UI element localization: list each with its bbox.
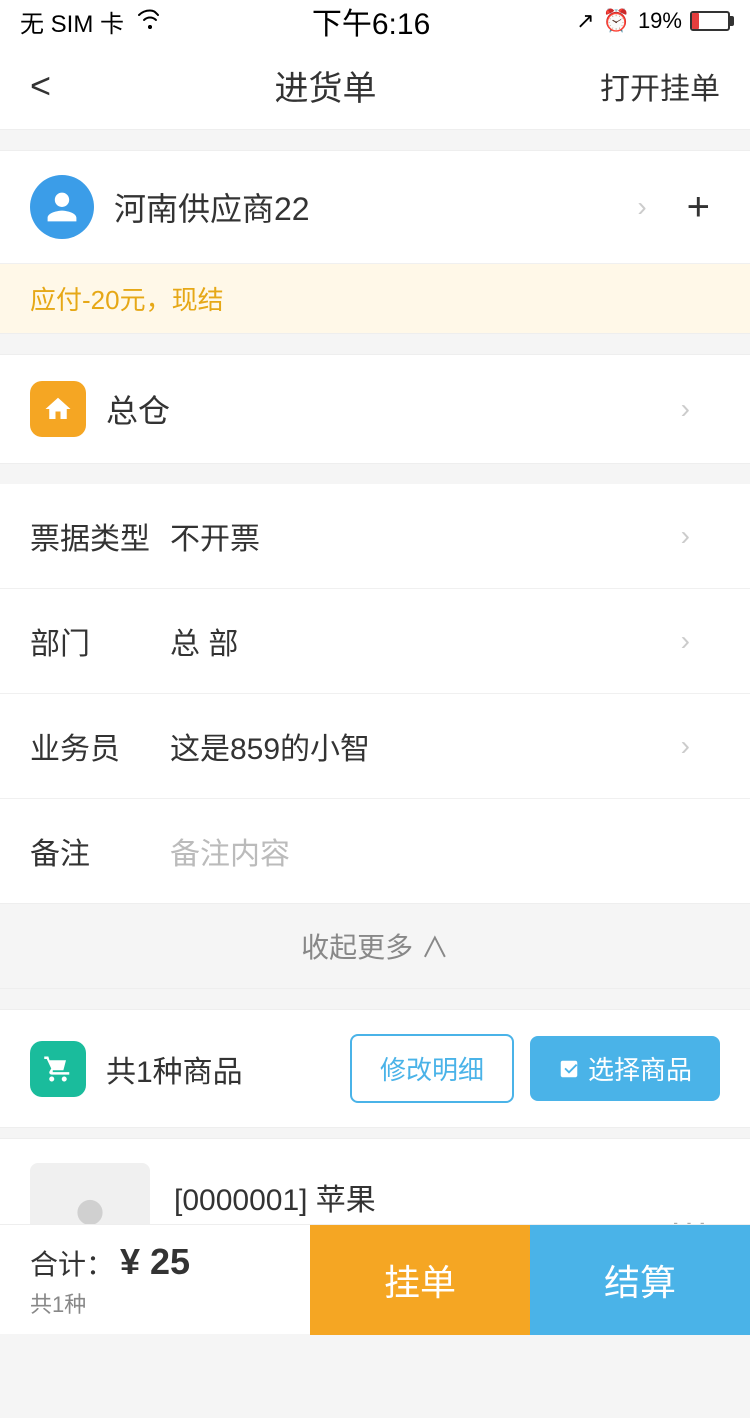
department-chevron-icon: › — [681, 625, 690, 657]
supplier-row[interactable]: 河南供应商22 › + — [0, 151, 750, 264]
status-bar: 无 SIM 卡 下午6:16 ↗ ⏰ 19% — [0, 0, 750, 42]
status-time: 下午6:16 — [312, 0, 430, 43]
header: < 进货单 打开挂单 — [0, 42, 750, 130]
remark-value[interactable]: 备注内容 — [160, 829, 720, 873]
products-count: 共1种商品 — [106, 1047, 350, 1091]
page-title: 进货单 — [275, 61, 377, 110]
salesperson-row[interactable]: 业务员 这是859的小智 › — [0, 694, 750, 799]
products-header: 共1种商品 修改明细 选择商品 — [0, 1009, 750, 1128]
warehouse-name: 总仓 — [106, 386, 681, 432]
open-pending-button[interactable]: 打开挂单 — [600, 64, 720, 108]
invoice-row[interactable]: 票据类型 不开票 › — [0, 484, 750, 589]
supplier-section: 河南供应商22 › + 应付-20元，现结 — [0, 150, 750, 334]
collapse-bar[interactable]: 收起更多 ∧ — [0, 903, 750, 989]
warehouse-icon — [43, 394, 73, 424]
remark-label: 备注 — [30, 829, 160, 873]
warehouse-icon-container — [30, 381, 86, 437]
location-icon: ↗ — [576, 8, 594, 34]
suspend-button[interactable]: 挂单 — [310, 1225, 530, 1335]
carrier-text: 无 SIM 卡 — [20, 4, 124, 39]
collapse-label: 收起更多 ∧ — [301, 932, 449, 963]
notice-text: 应付-20元，现结 — [30, 285, 224, 315]
warehouse-row[interactable]: 总仓 › — [0, 355, 750, 463]
department-label: 部门 — [30, 619, 160, 663]
add-button[interactable]: + — [677, 185, 720, 230]
checkout-label: 结算 — [604, 1254, 676, 1306]
bottom-bar: 合计： ¥ 25 共1种 挂单 结算 — [0, 1224, 750, 1334]
alarm-icon: ⏰ — [603, 8, 630, 34]
remark-row[interactable]: 备注 备注内容 — [0, 799, 750, 903]
battery-percentage: 19% — [638, 8, 682, 34]
warehouse-chevron-icon: › — [681, 393, 690, 425]
select-product-label: 选择商品 — [588, 1050, 692, 1087]
product-id: [0000001] — [174, 1184, 316, 1217]
select-product-icon — [558, 1058, 580, 1080]
supplier-name: 河南供应商22 — [114, 184, 637, 230]
department-value: 总 部 — [160, 619, 681, 663]
total-section: 合计： ¥ 25 共1种 — [0, 1241, 310, 1319]
salesperson-label: 业务员 — [30, 724, 160, 768]
user-icon — [44, 189, 80, 225]
product-name: [0000001] 苹果 — [174, 1175, 660, 1219]
back-button[interactable]: < — [30, 65, 51, 107]
wifi-icon — [134, 7, 166, 36]
department-row[interactable]: 部门 总 部 › — [0, 589, 750, 694]
form-section: 票据类型 不开票 › 部门 总 部 › 业务员 这是859的小智 › 备注 备注… — [0, 484, 750, 903]
checkout-button[interactable]: 结算 — [530, 1225, 750, 1335]
invoice-value: 不开票 — [160, 514, 681, 558]
status-right: ↗ ⏰ 19% — [576, 8, 730, 34]
select-product-button[interactable]: 选择商品 — [530, 1036, 720, 1101]
product-title: 苹果 — [316, 1184, 376, 1217]
cart-icon — [43, 1054, 73, 1084]
products-icon-container — [30, 1041, 86, 1097]
invoice-label: 票据类型 — [30, 514, 160, 558]
status-left: 无 SIM 卡 — [20, 4, 166, 39]
salesperson-chevron-icon: › — [681, 730, 690, 762]
supplier-avatar — [30, 175, 94, 239]
suspend-label: 挂单 — [384, 1254, 456, 1306]
warehouse-section: 总仓 › — [0, 354, 750, 464]
edit-details-button[interactable]: 修改明细 — [350, 1034, 514, 1103]
notice-bar: 应付-20元，现结 — [0, 264, 750, 333]
supplier-chevron-icon: › — [637, 191, 646, 223]
total-amount: ¥ 25 — [120, 1241, 190, 1283]
battery-icon — [690, 11, 730, 31]
total-prefix: 合计： — [30, 1243, 114, 1283]
salesperson-value: 这是859的小智 — [160, 724, 681, 768]
invoice-chevron-icon: › — [681, 520, 690, 552]
total-label: 合计： ¥ 25 — [30, 1241, 280, 1283]
total-count: 共1种 — [30, 1287, 280, 1319]
